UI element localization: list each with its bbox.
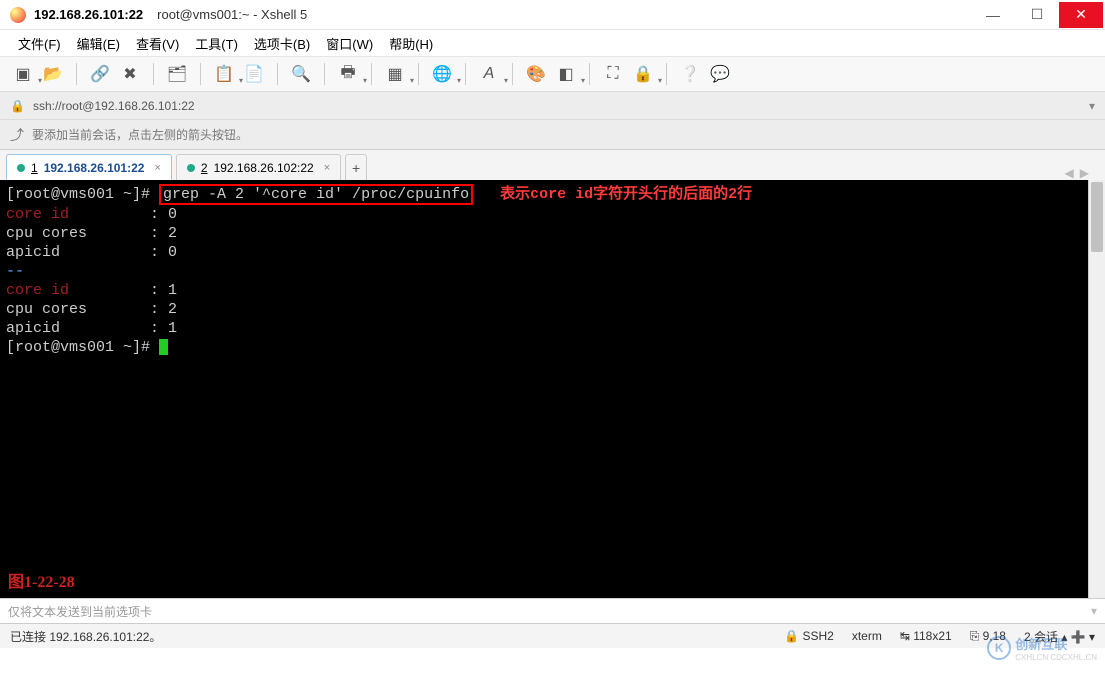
toolbar-separator bbox=[465, 63, 466, 85]
window-controls: — ☐ ✕ bbox=[971, 2, 1103, 28]
toolbar-separator bbox=[666, 63, 667, 85]
toolbar-separator bbox=[324, 63, 325, 85]
menu-edit[interactable]: 编辑(E) bbox=[71, 32, 126, 55]
toolbar-separator bbox=[200, 63, 201, 85]
fullscreen-icon[interactable]: ⛶ bbox=[600, 61, 626, 87]
window-title: 192.168.26.101:22 bbox=[34, 7, 143, 22]
tab-strip: 1 192.168.26.101:22 × 2 192.168.26.102:2… bbox=[0, 150, 1105, 180]
globe-icon[interactable]: 🌐 bbox=[429, 61, 455, 87]
status-size: ↹ 118x21 bbox=[900, 629, 952, 643]
watermark-sub: CXHLCN CDCXHL.CN bbox=[1015, 653, 1097, 662]
annotation-text: 表示core id字符开头行的后面的2行 bbox=[500, 186, 752, 203]
output-separator: -- bbox=[6, 263, 24, 280]
add-session-arrow-icon[interactable]: ⤴ bbox=[10, 125, 24, 145]
address-url[interactable]: ssh://root@192.168.26.101:22 bbox=[33, 99, 1081, 113]
menu-help[interactable]: 帮助(H) bbox=[383, 32, 439, 55]
app-icon bbox=[10, 7, 26, 23]
menu-view[interactable]: 查看(V) bbox=[130, 32, 185, 55]
tab-label: 192.168.26.101:22 bbox=[44, 161, 145, 175]
print-icon[interactable]: 🖶 bbox=[335, 61, 361, 87]
terminal-container: [root@vms001 ~]# grep -A 2 '^core id' /p… bbox=[0, 180, 1105, 598]
status-term: xterm bbox=[852, 629, 882, 643]
hint-text: 要添加当前会话，点击左侧的箭头按钮。 bbox=[32, 126, 248, 143]
output-line: apicid : 0 bbox=[6, 244, 177, 261]
chat-icon[interactable]: 💬 bbox=[707, 61, 733, 87]
command-highlight-box: grep -A 2 '^core id' /proc/cpuinfo bbox=[159, 184, 473, 205]
window-subtitle: root@vms001:~ - Xshell 5 bbox=[157, 7, 307, 22]
terminal-scrollbar[interactable] bbox=[1088, 180, 1105, 598]
open-icon[interactable]: 📂 bbox=[40, 61, 66, 87]
chevron-down-icon[interactable]: ▾ bbox=[1089, 99, 1095, 113]
cursor bbox=[159, 339, 168, 355]
scrollbar-thumb[interactable] bbox=[1091, 182, 1103, 252]
titlebar: 192.168.26.101:22 root@vms001:~ - Xshell… bbox=[0, 0, 1105, 30]
help-icon[interactable]: ❔ bbox=[677, 61, 703, 87]
add-tab-button[interactable]: + bbox=[345, 154, 367, 180]
menu-file[interactable]: 文件(F) bbox=[12, 32, 67, 55]
close-button[interactable]: ✕ bbox=[1059, 2, 1103, 28]
output-val: : 1 bbox=[150, 282, 177, 299]
tab-close-icon[interactable]: × bbox=[324, 162, 330, 174]
new-session-icon[interactable]: ▣ bbox=[10, 61, 36, 87]
status-bar: 已连接 192.168.26.101:22。 🔒 SSH2 xterm ↹ 11… bbox=[0, 624, 1105, 648]
output-key: core id bbox=[6, 206, 150, 223]
maximize-button[interactable]: ☐ bbox=[1015, 2, 1059, 28]
properties-icon[interactable]: 🗂 bbox=[164, 61, 190, 87]
disconnect-icon[interactable]: ✖ bbox=[117, 61, 143, 87]
color-icon[interactable]: 🎨 bbox=[523, 61, 549, 87]
status-ssh: 🔒 SSH2 bbox=[784, 629, 834, 643]
find-icon[interactable]: 🔍 bbox=[288, 61, 314, 87]
toolbar-separator bbox=[153, 63, 154, 85]
session-tab-2[interactable]: 2 192.168.26.102:22 × bbox=[176, 154, 341, 180]
send-placeholder: 仅将文本发送到当前选项卡 bbox=[8, 603, 152, 620]
copy-icon[interactable]: 📋 bbox=[211, 61, 237, 87]
reconnect-icon[interactable]: 🔗 bbox=[87, 61, 113, 87]
lock-small-icon: 🔒 bbox=[10, 99, 25, 113]
prompt: [root@vms001 ~]# bbox=[6, 339, 159, 356]
minimize-button[interactable]: — bbox=[971, 2, 1015, 28]
address-bar: 🔒 ssh://root@192.168.26.101:22 ▾ bbox=[0, 92, 1105, 120]
menu-tools[interactable]: 工具(T) bbox=[189, 32, 244, 55]
command-text: grep -A 2 '^core id' /proc/cpuinfo bbox=[163, 186, 469, 203]
output-key: core id bbox=[6, 282, 150, 299]
tab-number: 1 bbox=[31, 161, 38, 175]
status-pos: ⎘ 9,18 bbox=[970, 629, 1006, 644]
menu-tabs[interactable]: 选项卡(B) bbox=[248, 32, 316, 55]
figure-label: 图1-22-28 bbox=[8, 568, 75, 592]
output-line: cpu cores : 2 bbox=[6, 225, 177, 242]
output-line: apicid : 1 bbox=[6, 320, 177, 337]
hint-bar: ⤴ 要添加当前会话，点击左侧的箭头按钮。 bbox=[0, 120, 1105, 150]
tab-label: 192.168.26.102:22 bbox=[214, 161, 314, 175]
tab-close-icon[interactable]: × bbox=[154, 162, 160, 174]
toolbar: ▣ 📂 🔗 ✖ 🗂 📋 📄 🔍 🖶 ▦ 🌐 A 🎨 ◧ ⛶ 🔒 ❔ 💬 bbox=[0, 56, 1105, 92]
toolbar-separator bbox=[418, 63, 419, 85]
toolbar-separator bbox=[512, 63, 513, 85]
status-sessions: 2 会话 ▴ ➕ ▾ bbox=[1024, 628, 1095, 645]
menubar: 文件(F) 编辑(E) 查看(V) 工具(T) 选项卡(B) 窗口(W) 帮助(… bbox=[0, 30, 1105, 56]
toolbar-separator bbox=[371, 63, 372, 85]
toolbar-separator bbox=[76, 63, 77, 85]
lock-icon[interactable]: 🔒 bbox=[630, 61, 656, 87]
session-tab-1[interactable]: 1 192.168.26.101:22 × bbox=[6, 154, 172, 180]
tab-next-icon[interactable]: ▶ bbox=[1080, 166, 1089, 180]
paste-icon[interactable]: 📄 bbox=[241, 61, 267, 87]
toolbar-separator bbox=[589, 63, 590, 85]
send-bar[interactable]: 仅将文本发送到当前选项卡 ▾ bbox=[0, 598, 1105, 624]
font-icon[interactable]: A bbox=[476, 61, 502, 87]
status-dot-icon bbox=[17, 164, 25, 172]
palette-icon[interactable]: ◧ bbox=[553, 61, 579, 87]
chevron-down-icon[interactable]: ▾ bbox=[1091, 604, 1097, 618]
tab-nav: ◀ ▶ bbox=[1065, 166, 1099, 180]
tab-prev-icon[interactable]: ◀ bbox=[1065, 166, 1074, 180]
menu-window[interactable]: 窗口(W) bbox=[320, 32, 379, 55]
output-val: : 0 bbox=[150, 206, 177, 223]
terminal[interactable]: [root@vms001 ~]# grep -A 2 '^core id' /p… bbox=[0, 180, 1105, 598]
prompt: [root@vms001 ~]# bbox=[6, 186, 159, 203]
output-line: cpu cores : 2 bbox=[6, 301, 177, 318]
layout-icon[interactable]: ▦ bbox=[382, 61, 408, 87]
status-connected: 已连接 192.168.26.101:22。 bbox=[10, 628, 766, 645]
tab-number: 2 bbox=[201, 161, 208, 175]
toolbar-separator bbox=[277, 63, 278, 85]
status-dot-icon bbox=[187, 164, 195, 172]
